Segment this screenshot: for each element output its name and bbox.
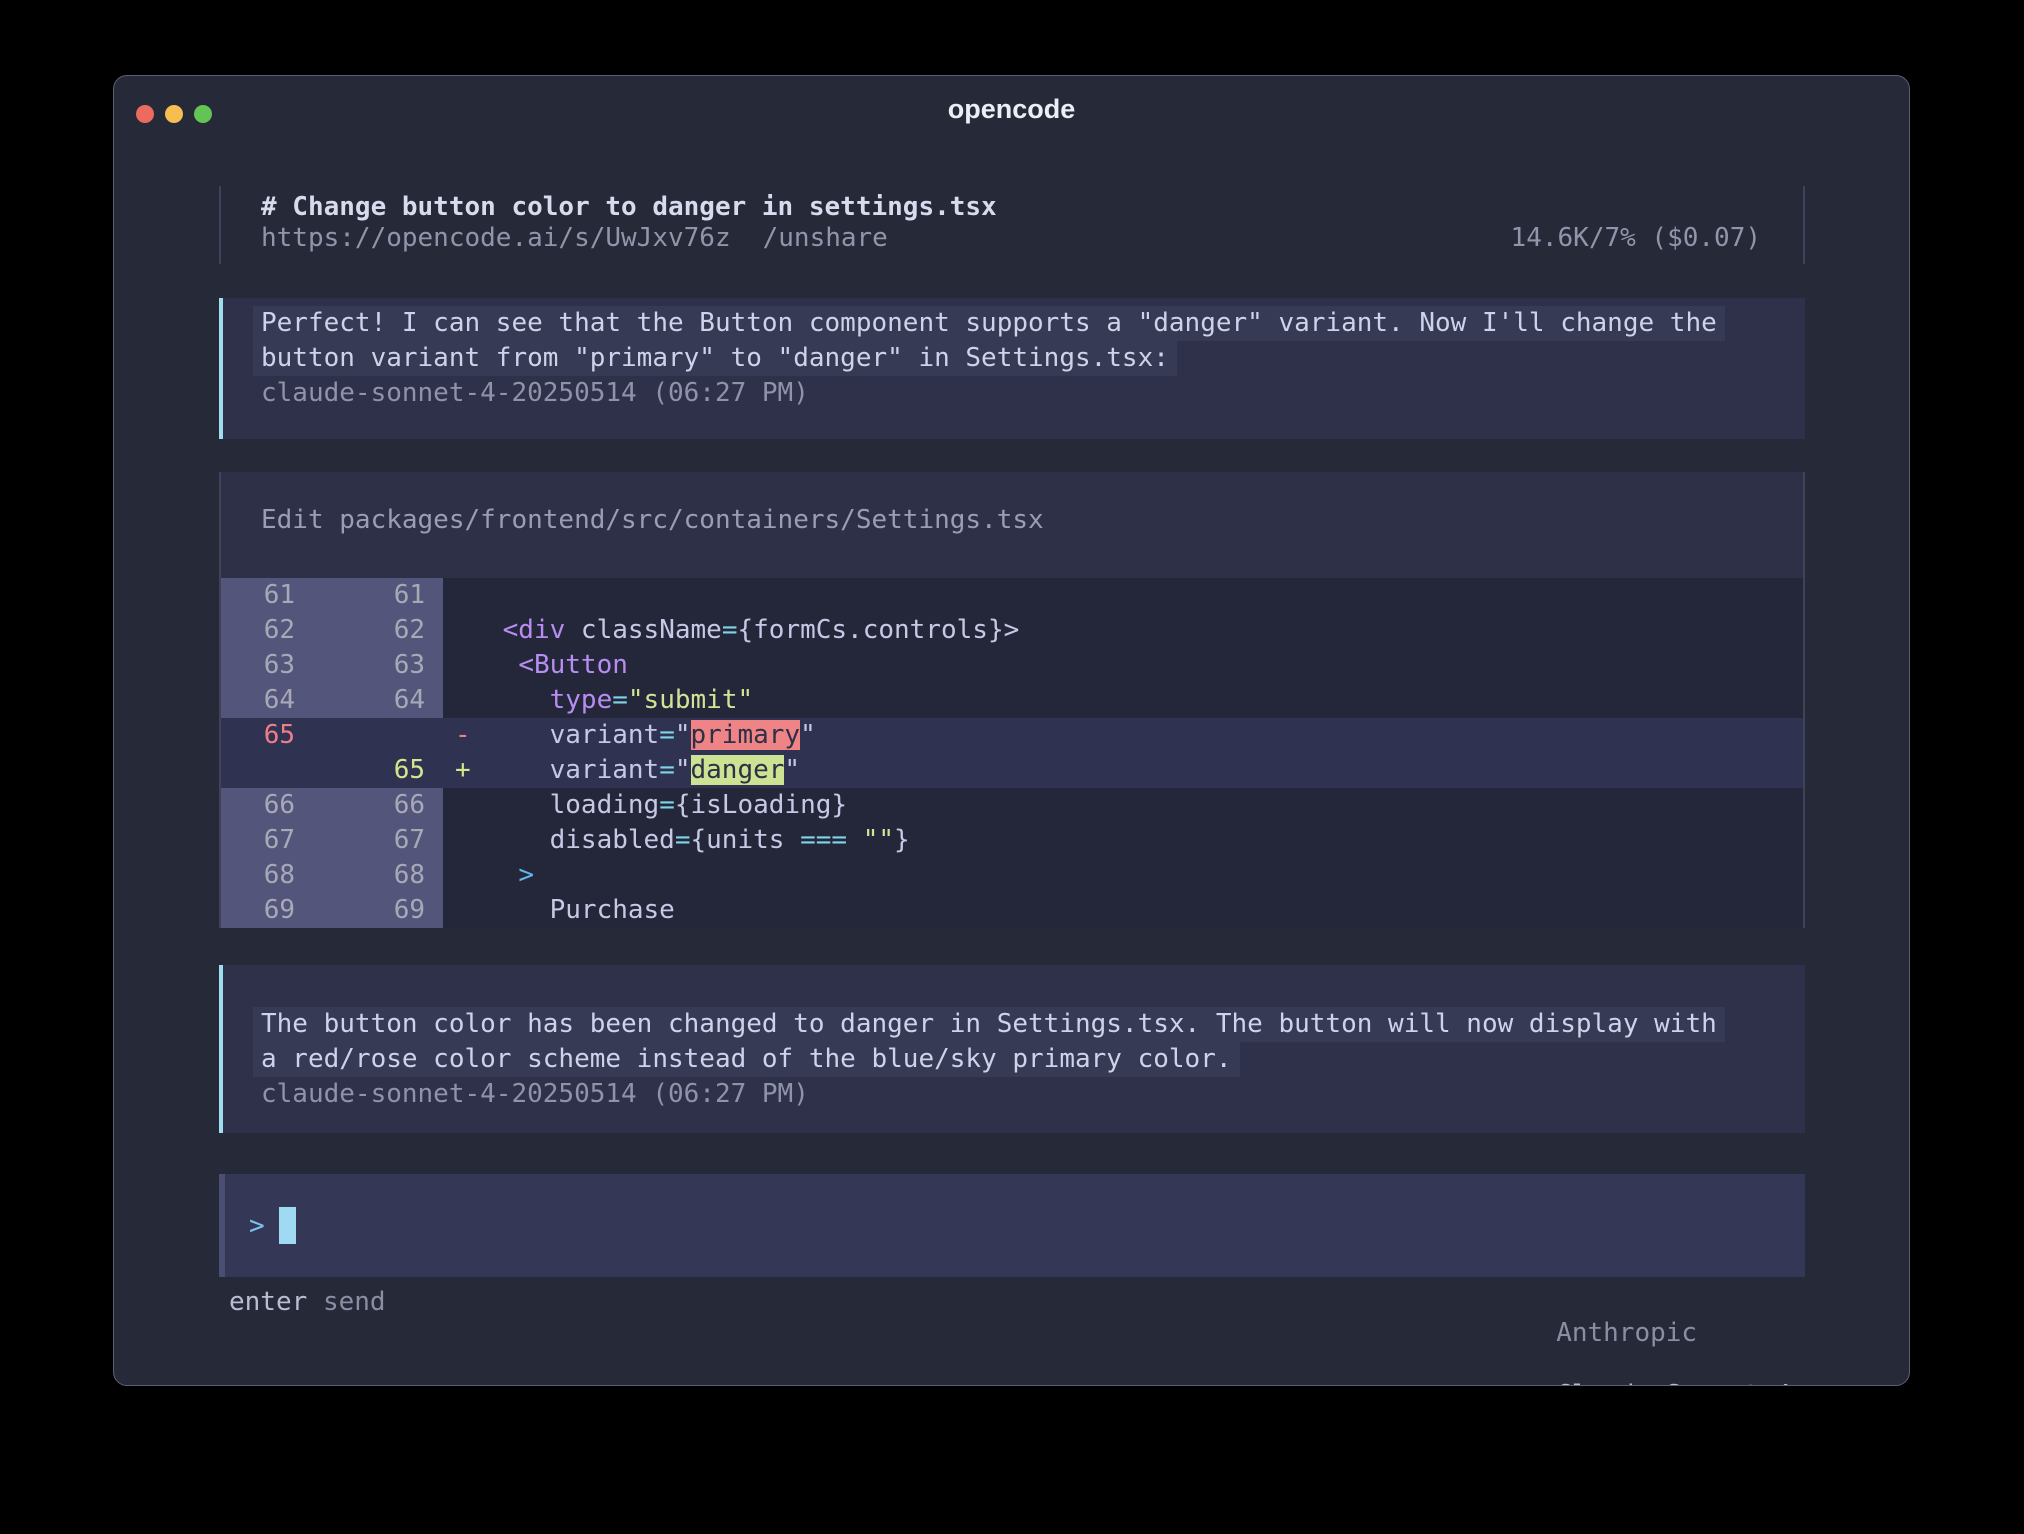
diff-old-line-number: 66 <box>221 788 313 823</box>
close-button[interactable] <box>136 105 154 123</box>
diff-row: 6363 <Button <box>221 648 1803 683</box>
diff-code-line: type="submit" <box>487 683 1803 718</box>
diff-code-line: <div className={formCs.controls}> <box>487 613 1803 648</box>
diff-row: 6161 <box>221 578 1803 613</box>
prompt-input[interactable]: > <box>219 1174 1805 1277</box>
diff-old-line-number: 61 <box>221 578 313 613</box>
diff-code-line: > <box>487 858 1803 893</box>
session-title: # Change button color to danger in setti… <box>261 192 1761 223</box>
diff-code-line: loading={isLoading} <box>487 788 1803 823</box>
provider-label: Anthropic <box>1556 1318 1697 1348</box>
diff-row: 65 - variant="primary" <box>221 718 1803 753</box>
diff-row: 65+ variant="danger" <box>221 753 1803 788</box>
session-header: # Change button color to danger in setti… <box>219 186 1805 264</box>
assistant-message: Perfect! I can see that the Button compo… <box>219 298 1805 439</box>
diff-row: 6767 disabled={units === ""} <box>221 823 1803 858</box>
send-action-label <box>307 1287 323 1386</box>
traffic-lights <box>136 105 212 123</box>
window-title: opencode <box>114 76 1909 142</box>
diff-new-line-number: 67 <box>313 823 443 858</box>
send-action-label: send <box>323 1287 386 1386</box>
diff-change-marker: - <box>443 718 487 753</box>
diff-row: 6262 <div className={formCs.controls}> <box>221 613 1803 648</box>
diff-old-line-number: 67 <box>221 823 313 858</box>
model-label <box>1556 1349 1572 1379</box>
message-meta: claude-sonnet-4-20250514 (06:27 PM) <box>261 1077 1805 1112</box>
message-text-line: Perfect! I can see that the Button compo… <box>253 306 1725 341</box>
assistant-message: The button color has been changed to dan… <box>219 965 1805 1133</box>
diff-new-line-number: 69 <box>313 893 443 928</box>
diff-change-marker <box>443 858 487 893</box>
diff-row: 6666 loading={isLoading} <box>221 788 1803 823</box>
diff-new-line-number: 62 <box>313 613 443 648</box>
diff-code-line: disabled={units === ""} <box>487 823 1803 858</box>
maximize-button[interactable] <box>194 105 212 123</box>
diff-change-marker <box>443 578 487 613</box>
diff-old-line-number: 64 <box>221 683 313 718</box>
text-cursor <box>279 1207 296 1244</box>
diff-new-line-number: 61 <box>313 578 443 613</box>
diff-new-line-number: 65 <box>313 753 443 788</box>
share-url[interactable]: https://opencode.ai/s/UwJxv76z <box>261 223 731 254</box>
diff-change-marker <box>443 648 487 683</box>
edit-tool-title: Edit packages/frontend/src/containers/Se… <box>221 506 1803 534</box>
diff-table: 61616262 <div className={formCs.controls… <box>221 578 1803 928</box>
prompt-symbol: > <box>249 1211 265 1241</box>
diff-old-line-number: 63 <box>221 648 313 683</box>
diff-code-line: variant="primary" <box>487 718 1803 753</box>
diff-change-marker <box>443 893 487 928</box>
message-text-line: button variant from "primary" to "danger… <box>253 341 1177 376</box>
diff-code-line <box>487 578 1803 613</box>
diff-old-line-number <box>221 753 313 788</box>
message-text-line: The button color has been changed to dan… <box>253 1007 1725 1042</box>
opencode-window: opencode # Change button color to danger… <box>113 75 1910 1386</box>
diff-code-line: variant="danger" <box>487 753 1803 788</box>
unshare-command[interactable]: /unshare <box>763 223 888 254</box>
minimize-button[interactable] <box>165 105 183 123</box>
diff-old-line-number: 68 <box>221 858 313 893</box>
diff-code-line: Purchase <box>487 893 1803 928</box>
diff-old-line-number: 69 <box>221 893 313 928</box>
diff-old-line-number: 62 <box>221 613 313 648</box>
enter-key-hint: enter <box>229 1287 307 1386</box>
diff-new-line-number <box>313 718 443 753</box>
message-meta: claude-sonnet-4-20250514 (06:27 PM) <box>261 376 1805 411</box>
input-helper-row: enter send Anthropic Claude Sonnet 4 <box>219 1287 1805 1386</box>
title-bar: opencode <box>114 76 1909 136</box>
diff-new-line-number: 64 <box>313 683 443 718</box>
diff-row: 6868 > <box>221 858 1803 893</box>
diff-change-marker: + <box>443 753 487 788</box>
diff-row: 6464 type="submit" <box>221 683 1803 718</box>
diff-new-line-number: 66 <box>313 788 443 823</box>
edit-tool-card: Edit packages/frontend/src/containers/Se… <box>219 472 1805 928</box>
diff-code-line: <Button <box>487 648 1803 683</box>
diff-change-marker <box>443 823 487 858</box>
diff-old-line-number: 65 <box>221 718 313 753</box>
diff-row: 6969 Purchase <box>221 893 1803 928</box>
token-usage: 14.6K/7% ($0.07) <box>1511 223 1761 254</box>
diff-change-marker <box>443 683 487 718</box>
diff-new-line-number: 68 <box>313 858 443 893</box>
message-text-line: a red/rose color scheme instead of the b… <box>253 1042 1240 1077</box>
diff-change-marker <box>443 788 487 823</box>
diff-change-marker <box>443 613 487 648</box>
session-content: # Change button color to danger in setti… <box>114 136 1909 1386</box>
diff-new-line-number: 63 <box>313 648 443 683</box>
model-label: Claude Sonnet 4 <box>1556 1380 1791 1386</box>
